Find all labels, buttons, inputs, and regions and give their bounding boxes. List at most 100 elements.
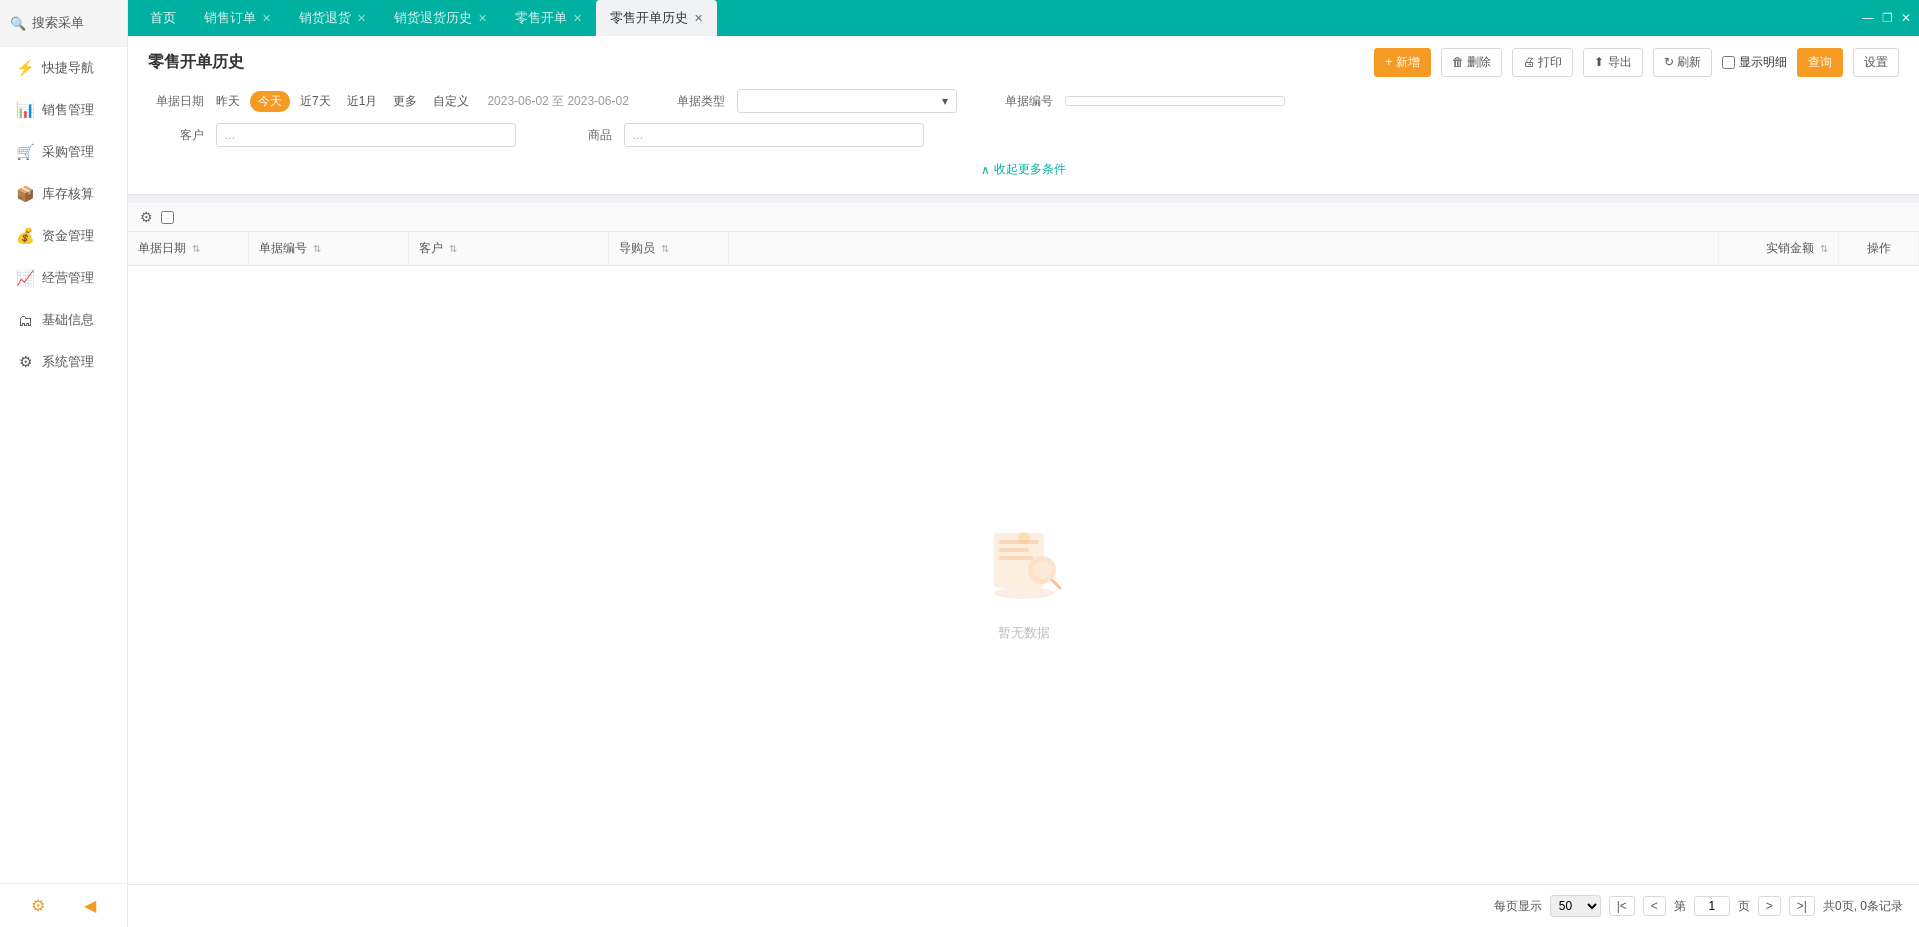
sidebar-label-purchase-mgmt: 采购管理 — [42, 143, 94, 161]
sidebar-item-purchase-mgmt[interactable]: 🛒 采购管理 — [0, 131, 127, 173]
th-guide[interactable]: 导购员 ⇅ — [608, 232, 728, 266]
table-header: 单据日期 ⇅ 单据编号 ⇅ 客户 ⇅ 导购员 ⇅ — [128, 232, 1919, 266]
per-page-select[interactable]: 50 100 200 — [1550, 895, 1601, 917]
date-opt-5[interactable]: 自定义 — [427, 91, 475, 112]
tab-close-retail-open-history[interactable]: ✕ — [694, 12, 703, 25]
first-page-btn[interactable]: |< — [1609, 896, 1635, 916]
filter-area: 单据日期 昨天今天近7天近1月更多自定义 2023-06-02 至 2023-0… — [148, 89, 1899, 194]
tab-close-sales-order[interactable]: ✕ — [262, 12, 271, 25]
customer-filter-label: 客户 — [148, 127, 204, 144]
next-page-btn[interactable]: > — [1758, 896, 1781, 916]
tab-sales-return-history[interactable]: 销货退货历史✕ — [380, 0, 501, 36]
tab-home[interactable]: 首页 — [136, 0, 190, 36]
print-button[interactable]: 🖨 打印 — [1512, 48, 1573, 77]
footer-collapse-icon[interactable]: ◀ — [84, 896, 96, 915]
sidebar-item-sales-mgmt[interactable]: 📊 销售管理 — [0, 89, 127, 131]
display-detail-checkbox[interactable] — [1722, 56, 1735, 69]
date-opt-4[interactable]: 更多 — [387, 91, 423, 112]
date-opt-1[interactable]: 今天 — [250, 91, 290, 112]
sidebar-item-inventory[interactable]: 📦 库存核算 — [0, 173, 127, 215]
tab-retail-open-history[interactable]: 零售开单历史 ✕ — [596, 0, 717, 36]
tab-label-retail-open-history: 零售开单历史 — [610, 9, 688, 27]
table-container: ⚙ 单据日期 ⇅ 单据编号 ⇅ 客户 — [128, 203, 1919, 927]
sidebar-label-inventory: 库存核算 — [42, 185, 94, 203]
customer-filter-select[interactable]: ... — [216, 123, 516, 147]
table-settings-icon[interactable]: ⚙ — [140, 209, 153, 225]
th-amount-label: 实销金额 — [1766, 241, 1814, 255]
tab-retail-open[interactable]: 零售开单 ✕ — [501, 0, 596, 36]
pagination: 每页显示 50 100 200 |< < 第 页 > >| 共0页, 0条记录 — [128, 884, 1919, 927]
type-filter-label: 单据类型 — [669, 93, 725, 110]
sidebar-item-system-mgmt[interactable]: ⚙ 系统管理 — [0, 341, 127, 383]
per-page-label: 每页显示 — [1494, 898, 1542, 915]
table-toolbar: ⚙ — [128, 203, 1919, 232]
export-button[interactable]: ⬆ 导出 — [1583, 48, 1642, 77]
empty-illustration — [974, 508, 1074, 608]
settings-button[interactable]: 设置 — [1853, 48, 1899, 77]
sidebar-item-finance[interactable]: 💰 资金管理 — [0, 215, 127, 257]
sidebar-icon-inventory: 📦 — [16, 185, 34, 203]
minimize-btn[interactable]: — — [1862, 11, 1874, 25]
close-btn[interactable]: ✕ — [1901, 11, 1911, 25]
empty-text: 暂无数据 — [998, 624, 1050, 642]
page-title: 零售开单历史 — [148, 52, 244, 73]
select-all-checkbox[interactable] — [161, 211, 174, 224]
tab-sales-return[interactable]: 销货退货✕ — [285, 0, 380, 36]
sort-guide-icon: ⇅ — [661, 243, 669, 254]
sidebar-item-basic-info[interactable]: 🗂 基础信息 — [0, 299, 127, 341]
th-extra — [728, 232, 1719, 266]
svg-line-7 — [1052, 580, 1060, 588]
date-filter-label: 单据日期 — [148, 93, 204, 110]
th-amount[interactable]: 实销金额 ⇅ — [1719, 232, 1839, 266]
svg-rect-3 — [999, 548, 1029, 552]
th-action-label: 操作 — [1867, 241, 1891, 255]
sidebar-footer: ⚙ ◀ — [0, 883, 127, 927]
sidebar-label-quick-nav: 快捷导航 — [42, 59, 94, 77]
th-date[interactable]: 单据日期 ⇅ — [128, 232, 248, 266]
sort-customer-icon: ⇅ — [449, 243, 457, 254]
date-opt-0[interactable]: 昨天 — [210, 91, 246, 112]
collapse-more-btn[interactable]: ∧ 收起更多条件 — [148, 157, 1899, 182]
page-header: 零售开单历史 + 新增 🗑 删除 🖨 打印 ⬆ 导出 ↻ 刷新 显示明细 查询 … — [128, 36, 1919, 195]
tab-label-retail-open: 零售开单 — [515, 9, 567, 27]
search-icon: 🔍 — [10, 16, 26, 31]
tab-close-sales-return[interactable]: ✕ — [357, 12, 366, 25]
delete-button[interactable]: 🗑 删除 — [1441, 48, 1502, 77]
page-input[interactable] — [1694, 896, 1730, 916]
toolbar: + 新增 🗑 删除 🖨 打印 ⬆ 导出 ↻ 刷新 显示明细 查询 设置 — [1374, 48, 1899, 77]
sidebar-item-quick-nav[interactable]: ⚡ 快捷导航 — [0, 47, 127, 89]
refresh-button[interactable]: ↻ 刷新 — [1653, 48, 1712, 77]
date-opt-3[interactable]: 近1月 — [341, 91, 384, 112]
footer-settings-icon[interactable]: ⚙ — [31, 896, 45, 915]
sort-date-icon: ⇅ — [192, 243, 200, 254]
tab-label-sales-order: 销售订单 — [204, 9, 256, 27]
prev-page-btn[interactable]: < — [1643, 896, 1666, 916]
svg-point-8 — [1018, 532, 1030, 544]
content-area: 零售开单历史 + 新增 🗑 删除 🖨 打印 ⬆ 导出 ↻ 刷新 显示明细 查询 … — [128, 36, 1919, 927]
query-button[interactable]: 查询 — [1797, 48, 1843, 77]
th-date-label: 单据日期 — [138, 241, 186, 255]
sidebar-label-system-mgmt: 系统管理 — [42, 353, 94, 371]
page-suffix: 页 — [1738, 898, 1750, 915]
tab-sales-order[interactable]: 销售订单 ✕ — [190, 0, 285, 36]
product-filter-select[interactable]: ... — [624, 123, 924, 147]
num-filter-input[interactable] — [1065, 96, 1285, 106]
date-range-text: 2023-06-02 至 2023-06-02 — [487, 93, 628, 110]
last-page-btn[interactable]: >| — [1789, 896, 1815, 916]
sidebar-search[interactable]: 🔍 搜索采单 — [0, 0, 127, 47]
sidebar-label-basic-info: 基础信息 — [42, 311, 94, 329]
tab-close-retail-open[interactable]: ✕ — [573, 12, 582, 25]
th-customer-label: 客户 — [419, 241, 443, 255]
date-opt-2[interactable]: 近7天 — [294, 91, 337, 112]
th-num[interactable]: 单据编号 ⇅ — [248, 232, 408, 266]
num-filter-label: 单据编号 — [997, 93, 1053, 110]
sort-amount-icon: ⇅ — [1820, 243, 1828, 254]
add-button[interactable]: + 新增 — [1374, 48, 1430, 77]
sidebar-label-finance: 资金管理 — [42, 227, 94, 245]
tab-close-sales-return-history[interactable]: ✕ — [478, 12, 487, 25]
sidebar-item-operations[interactable]: 📈 经营管理 — [0, 257, 127, 299]
restore-btn[interactable]: ❐ — [1882, 11, 1893, 25]
type-filter-select[interactable]: ▾ — [737, 89, 957, 113]
th-customer[interactable]: 客户 ⇅ — [408, 232, 608, 266]
display-detail-label[interactable]: 显示明细 — [1722, 54, 1787, 71]
